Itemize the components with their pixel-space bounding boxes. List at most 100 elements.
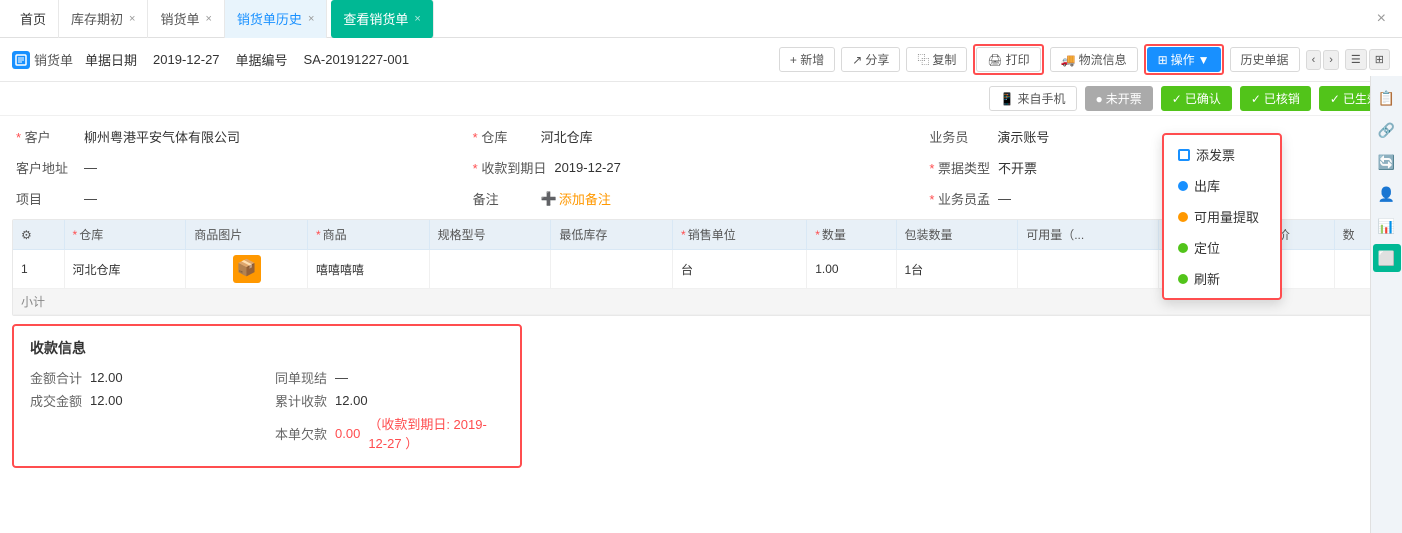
- next-button[interactable]: ›: [1323, 50, 1339, 70]
- cell-warehouse: 河北仓库: [64, 250, 186, 289]
- tab-inventory-close[interactable]: ×: [129, 13, 135, 25]
- doc-header: 销货单 单据日期 2019-12-27 单据编号 SA-20191227-001…: [0, 38, 1402, 82]
- payment-grid: 金额合计 12.00 成交金额 12.00 同单现结 — 累计收款 12.00: [30, 366, 504, 454]
- note-label: 备注: [473, 189, 533, 208]
- sold-status-button[interactable]: ✓ 已核销: [1240, 86, 1311, 111]
- warehouse-row: 仓库 河北仓库: [473, 124, 930, 149]
- employee-row: 业务员 演示账号: [929, 124, 1386, 149]
- col-image: 商品图片: [186, 220, 308, 250]
- dropdown-out-warehouse[interactable]: 出库: [1164, 170, 1280, 201]
- same-order-row: 同单现结 —: [275, 366, 504, 389]
- operation-dropdown: 添发票 出库 可用量提取 定位 刷新: [1162, 133, 1282, 300]
- col-available: 可用量（...: [1018, 220, 1158, 250]
- tab-inventory-label: 库存期初: [71, 9, 123, 28]
- add-note-button[interactable]: ➕ 添加备注: [541, 189, 611, 208]
- same-order-label: 同单现结: [275, 368, 327, 387]
- doc-actions: + 新增 ↗ 分享 ⿻ 复制 🖨 打印 🚚 物流信息 ⊞: [779, 44, 1390, 75]
- refresh-icon: [1178, 274, 1188, 284]
- due-date-label: 收款到期日: [473, 158, 547, 177]
- tab-sales[interactable]: 销货单 ×: [148, 0, 224, 38]
- unopened-status-button[interactable]: ● 未开票: [1085, 86, 1153, 111]
- tab-bar: 首页 库存期初 × 销货单 × 销货单历史 × 查看销货单 × ×: [0, 0, 1402, 38]
- locate-icon: [1178, 243, 1188, 253]
- tab-view-sales-label: 查看销货单: [343, 9, 408, 28]
- doc-type-badge: 销货单: [12, 50, 73, 69]
- payment-info-box: 收款信息 金额合计 12.00 成交金额 12.00 同单现结 — 累计收款: [12, 324, 522, 468]
- same-order-value: —: [335, 370, 348, 385]
- add-invoice-icon: [1178, 149, 1190, 161]
- sidebar-expand-icon[interactable]: ⬜: [1373, 244, 1401, 272]
- doc-info: 单据日期 2019-12-27 单据编号 SA-20191227-001: [85, 50, 409, 69]
- dropdown-refresh[interactable]: 刷新: [1164, 263, 1280, 294]
- dropdown-locate[interactable]: 定位: [1164, 232, 1280, 263]
- plus-icon: ➕: [541, 191, 557, 207]
- customer-row: 客户 柳州粤港平安气体有限公司: [16, 124, 473, 149]
- project-value: —: [84, 191, 97, 206]
- deal-row: 成交金额 12.00: [30, 389, 259, 412]
- project-label: 项目: [16, 189, 76, 208]
- ticket-type-row: 票据类型 不开票: [929, 155, 1386, 180]
- cumulative-value: 12.00: [335, 393, 368, 408]
- sidebar-chart-icon[interactable]: 📊: [1373, 212, 1401, 240]
- copy-button[interactable]: ⿻ 复制: [906, 47, 967, 72]
- main-content: 销货单 单据日期 2019-12-27 单据编号 SA-20191227-001…: [0, 38, 1402, 533]
- sidebar-doc-icon[interactable]: 📋: [1373, 84, 1401, 112]
- grid-icon: ⊞: [1158, 53, 1168, 67]
- cell-unit: 台: [673, 250, 807, 289]
- doc-number-value: SA-20191227-001: [304, 52, 410, 67]
- balance-value: 0.00: [335, 426, 360, 441]
- customer-value: 柳州粤港平安气体有限公司: [84, 127, 240, 146]
- cell-index: 1: [13, 250, 64, 289]
- col-unit: 销售单位: [673, 220, 807, 250]
- copy-icon: ⿻: [917, 51, 929, 68]
- total-value: 12.00: [90, 370, 123, 385]
- tab-sales-history[interactable]: 销货单历史 ×: [225, 0, 327, 38]
- operation-button[interactable]: ⊞ 操作 ▼: [1147, 47, 1221, 72]
- tab-sales-close[interactable]: ×: [205, 13, 211, 25]
- balance-label: 本单欠款: [275, 424, 327, 443]
- dropdown-available-extract[interactable]: 可用量提取: [1164, 201, 1280, 232]
- cell-spec: [429, 250, 551, 289]
- list-view-button[interactable]: ☰: [1345, 49, 1367, 70]
- dropdown-add-invoice[interactable]: 添发票: [1164, 139, 1280, 170]
- print-button[interactable]: 🖨 打印: [976, 47, 1040, 72]
- grid-view-button[interactable]: ⊞: [1369, 49, 1390, 70]
- ticket-icon: ●: [1096, 92, 1103, 106]
- customer-label: 客户: [16, 127, 76, 146]
- dropdown-arrow-icon: ▼: [1198, 53, 1210, 67]
- tab-inventory[interactable]: 库存期初 ×: [59, 0, 148, 38]
- col-gear[interactable]: ⚙: [13, 220, 64, 250]
- cumulative-row: 累计收款 12.00: [275, 389, 504, 412]
- nav-arrows: ‹ ›: [1306, 50, 1339, 70]
- new-button[interactable]: + 新增: [779, 47, 835, 72]
- history-button[interactable]: 历史单据: [1230, 47, 1300, 72]
- window-close-button[interactable]: ×: [1369, 6, 1394, 32]
- tab-sales-history-close[interactable]: ×: [308, 13, 314, 25]
- cell-available: [1018, 250, 1158, 289]
- address-row: 客户地址 —: [16, 155, 473, 180]
- prev-button[interactable]: ‹: [1306, 50, 1322, 70]
- phone-status-button[interactable]: 📱 来自手机: [989, 86, 1077, 111]
- payment-title: 收款信息: [30, 338, 504, 358]
- ticket-type-value: 不开票: [998, 158, 1037, 177]
- tab-view-sales[interactable]: 查看销货单 ×: [331, 0, 433, 38]
- salesperson-value: —: [998, 191, 1011, 206]
- col-warehouse: 仓库: [64, 220, 186, 250]
- address-label: 客户地址: [16, 158, 76, 177]
- logistics-button[interactable]: 🚚 物流信息: [1050, 47, 1138, 72]
- effective-icon: ✓: [1330, 92, 1340, 106]
- salesperson-label: 业务员孟: [929, 189, 990, 208]
- sidebar-link-icon[interactable]: 🔗: [1373, 116, 1401, 144]
- tab-view-sales-close[interactable]: ×: [414, 13, 420, 25]
- tab-home[interactable]: 首页: [8, 0, 59, 38]
- sidebar-user-icon[interactable]: 👤: [1373, 180, 1401, 208]
- confirmed-status-button[interactable]: ✓ 已确认: [1161, 86, 1232, 111]
- project-row: 项目 —: [16, 186, 473, 211]
- cumulative-label: 累计收款: [275, 391, 327, 410]
- warehouse-label: 仓库: [473, 127, 533, 146]
- tab-sales-history-label: 销货单历史: [237, 9, 302, 28]
- sidebar-refresh-icon[interactable]: 🔄: [1373, 148, 1401, 176]
- due-date-value: 2019-12-27: [554, 160, 621, 175]
- share-button[interactable]: ↗ 分享: [841, 47, 900, 72]
- employee-value: 演示账号: [997, 127, 1049, 146]
